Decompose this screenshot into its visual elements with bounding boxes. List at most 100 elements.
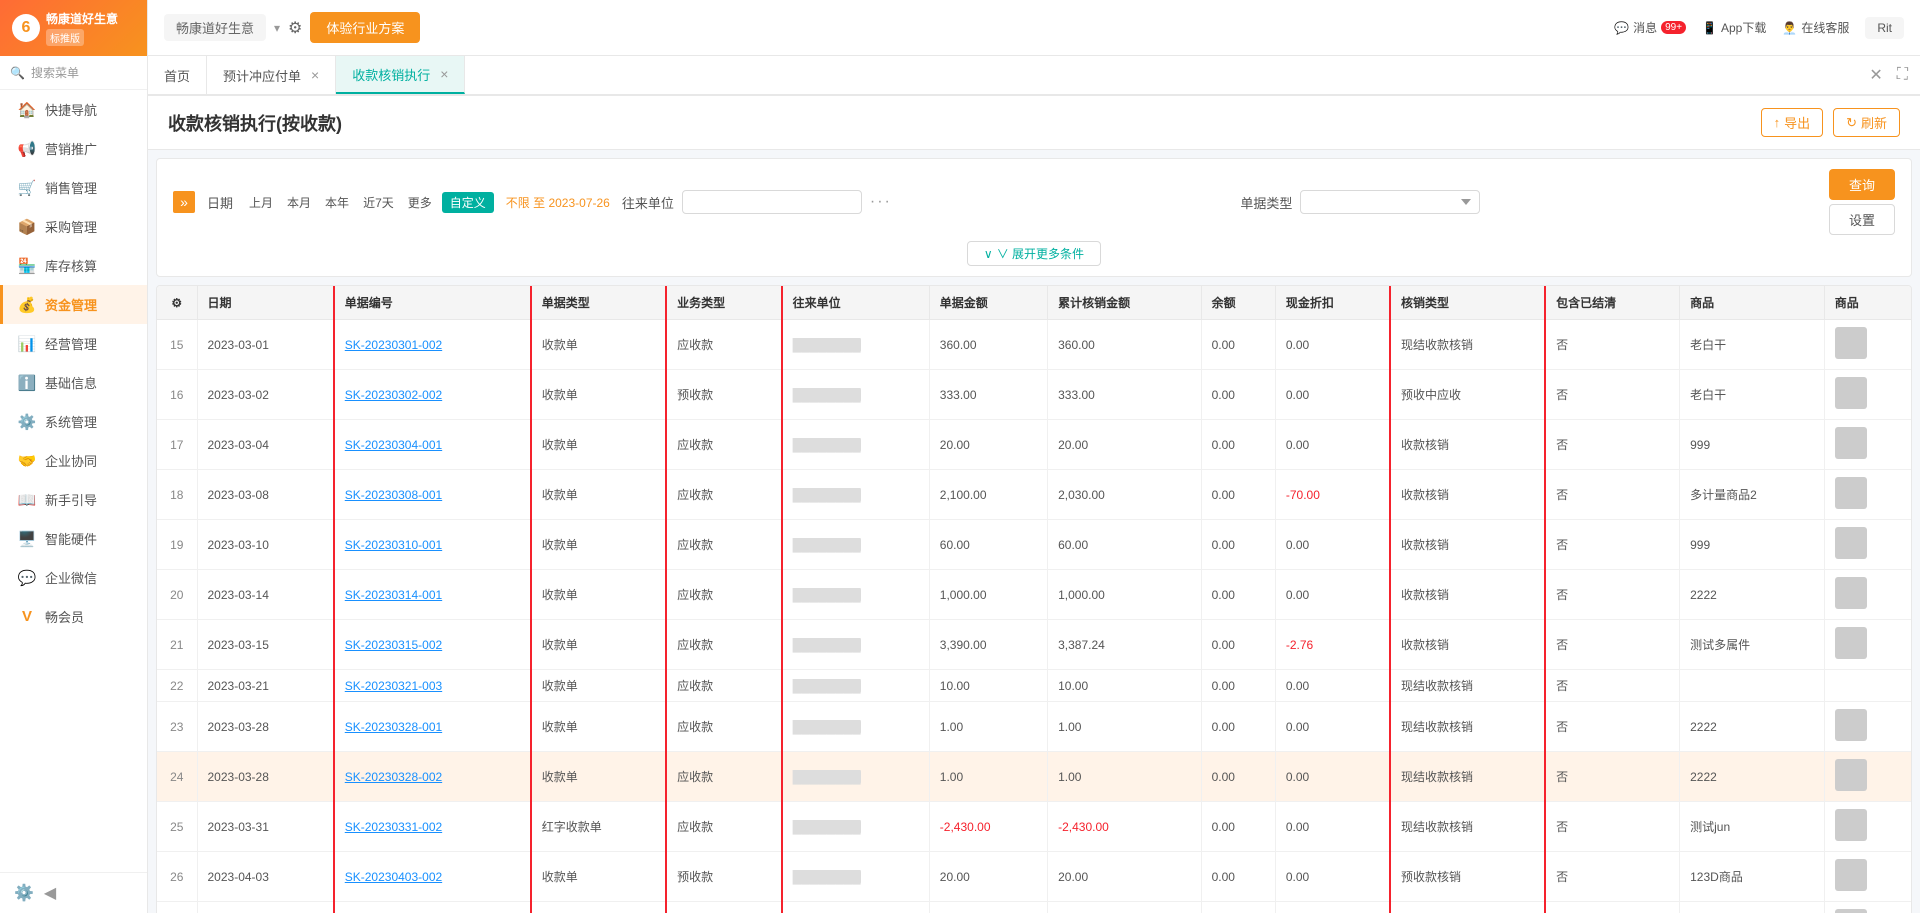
th-discount[interactable]: 现金折扣	[1275, 286, 1390, 320]
sidebar-item-marketing[interactable]: 📢 营销推广	[0, 129, 147, 168]
export-button[interactable]: ↑ 导出	[1761, 108, 1824, 137]
sidebar-item-quick[interactable]: 🏠 快捷导航	[0, 90, 147, 129]
sidebar-item-guide[interactable]: 📖 新手引导	[0, 480, 147, 519]
row-cancel-type: 现结收款核销	[1390, 752, 1545, 802]
industry-solution-button[interactable]: 体验行业方案	[310, 12, 420, 43]
last-7days-button[interactable]: 近7天	[359, 192, 398, 213]
row-doc-no[interactable]: SK-20230321-003	[334, 670, 531, 702]
message-button[interactable]: 💬 消息 99+	[1614, 19, 1686, 36]
partner-filter-group: 往来单位 ···	[622, 190, 892, 214]
tab-receive-cancel[interactable]: 收款核销执行 ×	[336, 56, 465, 94]
sidebar-item-sales[interactable]: 🛒 销售管理	[0, 168, 147, 207]
row-biz-type: 应收款	[666, 620, 782, 670]
user-avatar[interactable]: Rit	[1865, 17, 1904, 39]
row-doc-amount: 20.00	[929, 852, 1047, 902]
topbar-gear-icon[interactable]: ⚙	[288, 18, 302, 38]
tab-home[interactable]: 首页	[148, 56, 207, 94]
filter-toggle-button[interactable]: »	[173, 191, 195, 213]
online-service-button[interactable]: 👨‍💼 在线客服	[1782, 19, 1849, 36]
app-title: 畅康道好生意	[164, 14, 266, 41]
row-date: 2023-03-28	[197, 702, 334, 752]
row-include-settled: 否	[1545, 670, 1679, 702]
row-doc-no[interactable]: SK-20230331-002	[334, 802, 531, 852]
system-icon: ⚙️	[17, 413, 37, 431]
tab-payable[interactable]: 预计冲应付单 ×	[207, 56, 336, 94]
th-goods[interactable]: 商品	[1680, 286, 1825, 320]
sidebar-item-purchase[interactable]: 📦 采购管理	[0, 207, 147, 246]
sales-icon: 🛒	[17, 179, 37, 197]
sidebar-item-member[interactable]: V 畅会员	[0, 597, 147, 636]
this-month-button[interactable]: 本月	[283, 192, 315, 213]
sidebar-logo: 6 畅康道好生意 标推版	[0, 0, 147, 56]
row-doc-no[interactable]: SK-20230408-001	[334, 902, 531, 913]
th-doc-type[interactable]: 单据类型	[531, 286, 666, 320]
doc-type-filter-select[interactable]	[1300, 190, 1480, 214]
th-biz-type[interactable]: 业务类型	[666, 286, 782, 320]
row-doc-no[interactable]: SK-20230328-001	[334, 702, 531, 752]
topbar-chevron-icon[interactable]: ▾	[274, 21, 280, 35]
sidebar-item-system[interactable]: ⚙️ 系统管理	[0, 402, 147, 441]
table-row: 15 2023-03-01 SK-20230301-002 收款单 应收款 ██…	[157, 320, 1911, 370]
th-include-settled[interactable]: 包含已结清	[1545, 286, 1679, 320]
row-doc-no[interactable]: SK-20230310-001	[334, 520, 531, 570]
row-doc-amount: 10.00	[929, 670, 1047, 702]
row-doc-no[interactable]: SK-20230301-002	[334, 320, 531, 370]
row-no: 19	[157, 520, 197, 570]
row-date: 2023-03-10	[197, 520, 334, 570]
row-doc-no[interactable]: SK-20230304-001	[334, 420, 531, 470]
th-partner[interactable]: 往来单位	[782, 286, 930, 320]
filter-setting-button[interactable]: 设置	[1829, 204, 1895, 235]
query-button[interactable]: 查询	[1829, 169, 1895, 200]
tab-payable-close-icon[interactable]: ×	[311, 67, 319, 83]
row-goods: 测试多属件	[1680, 620, 1825, 670]
th-goods-thumb[interactable]: 商品	[1824, 286, 1911, 320]
row-cancel-type: 预收中应收	[1390, 370, 1545, 420]
row-discount: 0.00	[1275, 420, 1390, 470]
row-doc-no[interactable]: SK-20230302-002	[334, 370, 531, 420]
table-row: 23 2023-03-28 SK-20230328-001 收款单 应收款 ██…	[157, 702, 1911, 752]
partner-filter-input[interactable]	[682, 190, 862, 214]
tab-receive-cancel-close-icon[interactable]: ×	[440, 66, 448, 82]
sidebar-item-hardware[interactable]: 🖥️ 智能硬件	[0, 519, 147, 558]
tab-maximize-icon[interactable]: ⛶	[1893, 62, 1912, 88]
row-partner: ████████	[782, 620, 930, 670]
last-month-button[interactable]: 上月	[245, 192, 277, 213]
more-date-button[interactable]: 更多	[404, 192, 436, 213]
sidebar-item-enterprise[interactable]: 🤝 企业协同	[0, 441, 147, 480]
row-date: 2023-03-14	[197, 570, 334, 620]
row-doc-no[interactable]: SK-20230315-002	[334, 620, 531, 670]
th-cancel-amount[interactable]: 累计核销金额	[1048, 286, 1201, 320]
row-biz-type: 应收款	[666, 702, 782, 752]
refresh-button[interactable]: ↻ 刷新	[1833, 108, 1900, 137]
this-year-button[interactable]: 本年	[321, 192, 353, 213]
app-download-button[interactable]: 📱 App下载	[1702, 19, 1766, 36]
sidebar-item-wechat[interactable]: 💬 企业微信	[0, 558, 147, 597]
th-balance[interactable]: 余额	[1201, 286, 1275, 320]
expand-conditions-button[interactable]: ∨ ∨ 展开更多条件	[967, 241, 1101, 266]
th-gear[interactable]: ⚙	[157, 286, 197, 320]
tab-close-all-icon[interactable]: ✕	[1865, 61, 1886, 89]
partner-dots-icon[interactable]: ···	[870, 193, 892, 211]
custom-date-button[interactable]: 自定义	[442, 192, 494, 213]
th-date[interactable]: 日期	[197, 286, 334, 320]
row-goods: 多计量商品2	[1680, 470, 1825, 520]
sidebar-item-inventory[interactable]: 🏪 库存核算	[0, 246, 147, 285]
row-doc-no[interactable]: SK-20230308-001	[334, 470, 531, 520]
search-menu-item[interactable]: 🔍 搜索菜单	[0, 56, 147, 90]
settings-icon[interactable]: ⚙️	[14, 883, 34, 903]
row-doc-amount: 20.00	[929, 420, 1047, 470]
row-doc-no[interactable]: SK-20230328-002	[334, 752, 531, 802]
th-cancel-type[interactable]: 核销类型	[1390, 286, 1545, 320]
sidebar-item-operation[interactable]: 📊 经营管理	[0, 324, 147, 363]
row-doc-no[interactable]: SK-20230314-001	[334, 570, 531, 620]
sidebar-item-finance[interactable]: 💰 资金管理	[0, 285, 147, 324]
row-goods-thumb	[1824, 852, 1911, 902]
collapse-icon[interactable]: ◀	[44, 883, 56, 903]
sidebar-item-basic[interactable]: ℹ️ 基础信息	[0, 363, 147, 402]
th-doc-amount[interactable]: 单据金额	[929, 286, 1047, 320]
row-doc-no[interactable]: SK-20230403-002	[334, 852, 531, 902]
th-doc-no[interactable]: 单据编号	[334, 286, 531, 320]
enterprise-icon: 🤝	[17, 452, 37, 470]
row-cancel-amount: 100.00	[1048, 902, 1201, 913]
table-row: 17 2023-03-04 SK-20230304-001 收款单 应收款 ██…	[157, 420, 1911, 470]
